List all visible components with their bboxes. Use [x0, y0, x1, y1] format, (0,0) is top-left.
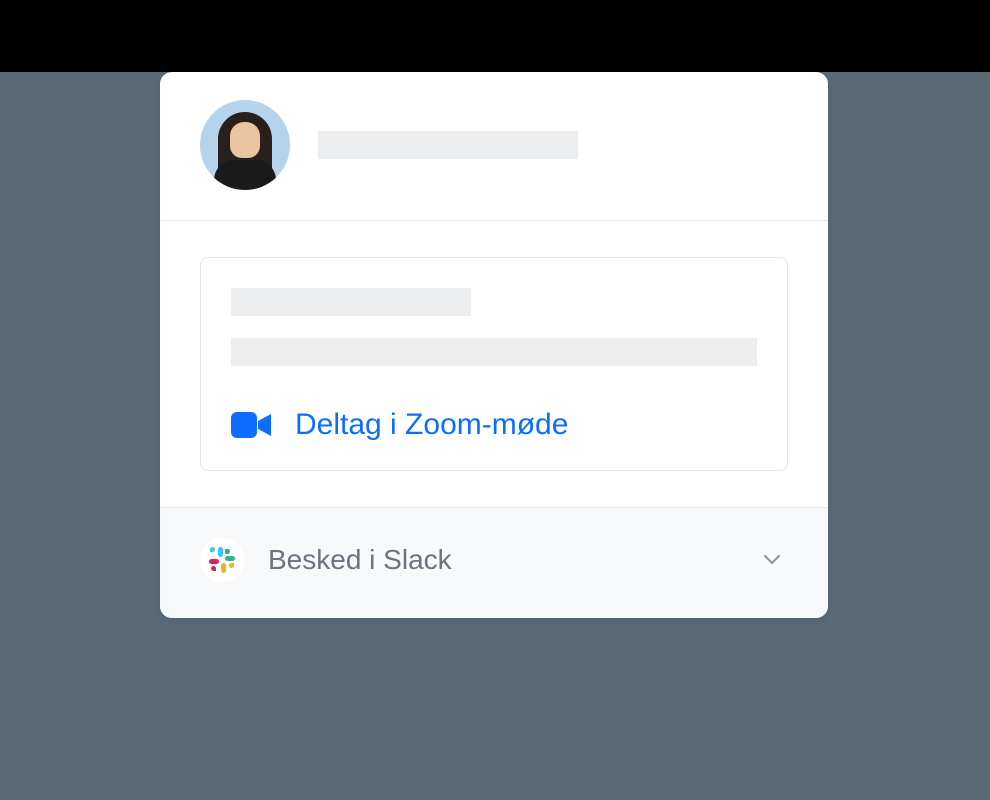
- content-box: Deltag i Zoom-møde: [200, 257, 788, 471]
- placeholder-line-2: [231, 338, 757, 366]
- avatar: [200, 100, 290, 190]
- top-black-bar: [0, 0, 990, 72]
- card-footer[interactable]: Besked i Slack: [160, 507, 828, 618]
- name-placeholder: [318, 131, 578, 159]
- contact-card: Deltag i Zoom-møde Besked i Slack: [160, 72, 828, 618]
- chevron-down-icon: [764, 555, 780, 565]
- placeholder-line-1: [231, 288, 471, 316]
- zoom-link-label: Deltag i Zoom-møde: [295, 408, 568, 442]
- zoom-join-link[interactable]: Deltag i Zoom-møde: [231, 408, 757, 442]
- video-camera-icon: [231, 410, 271, 440]
- card-content: Deltag i Zoom-møde: [160, 221, 828, 507]
- slack-icon: [200, 538, 244, 582]
- slack-label: Besked i Slack: [268, 544, 740, 576]
- card-header: [160, 72, 828, 221]
